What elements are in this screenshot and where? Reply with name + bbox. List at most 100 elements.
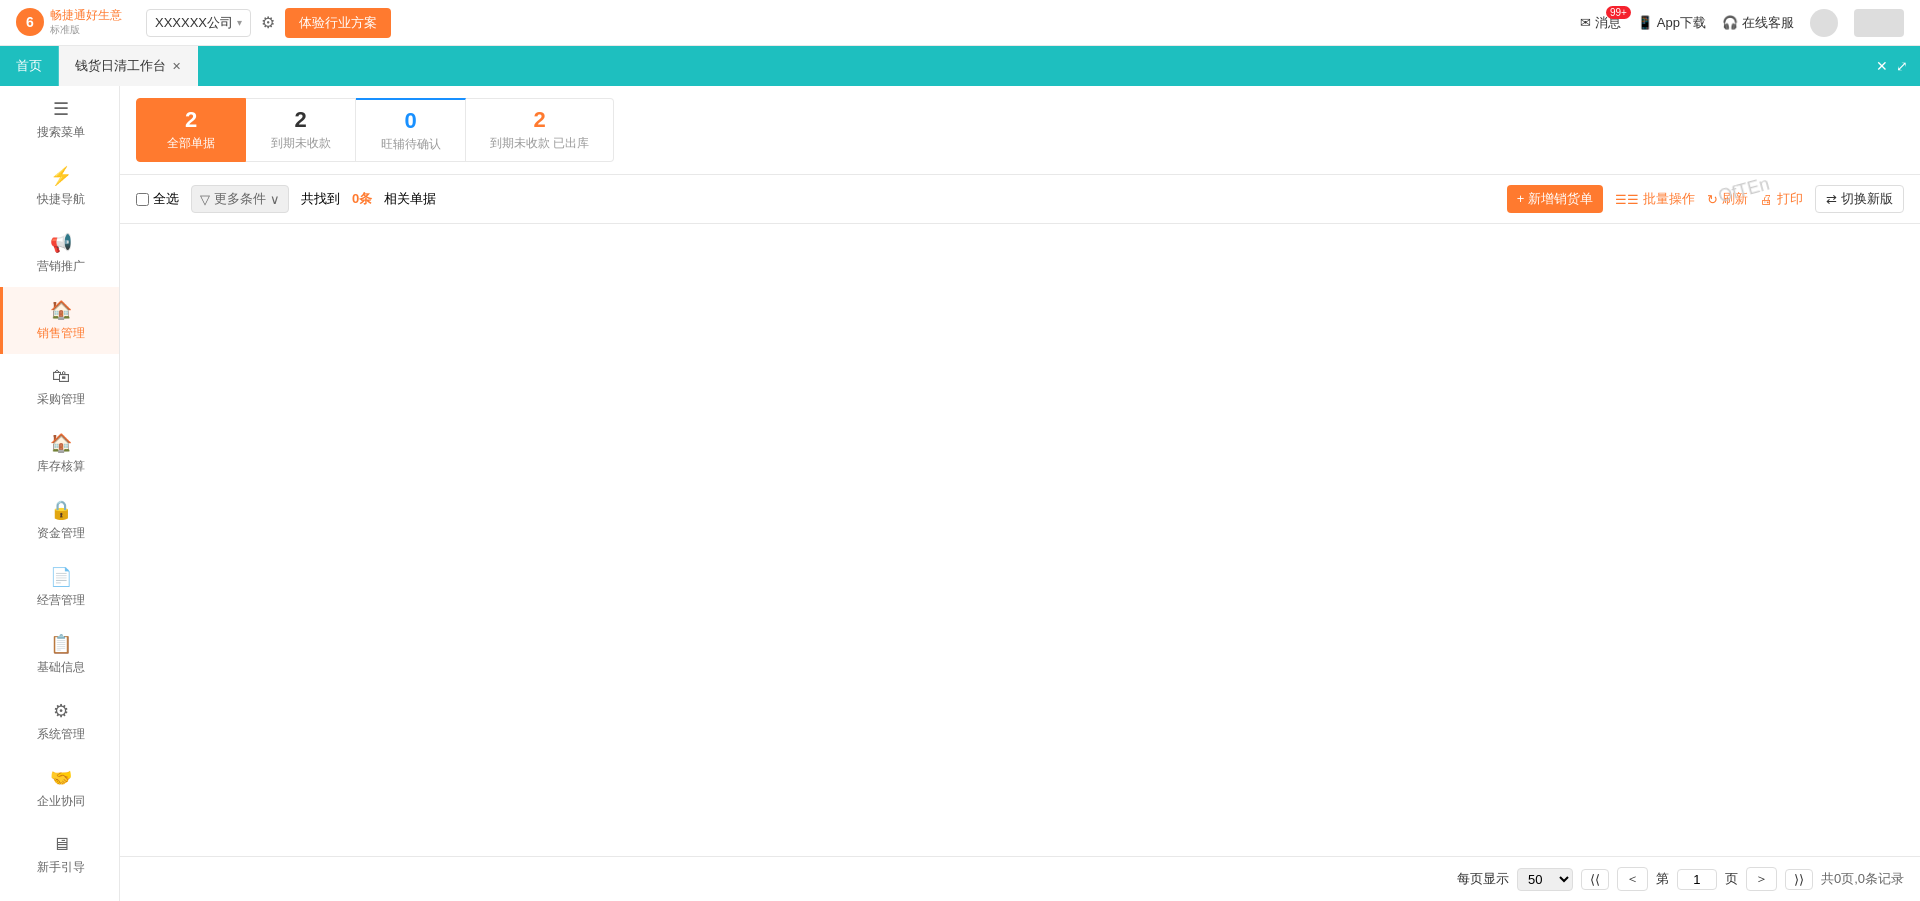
filter-button[interactable]: ▽ 更多条件 ∨ <box>191 185 289 213</box>
top-bar-right: ✉ 消息 99+ 📱 App下载 🎧 在线客服 <box>1580 9 1904 37</box>
company-name: XXXXXX公司 <box>155 14 233 32</box>
sidebar-item-partner[interactable]: 🤝 企业协同 <box>0 755 119 822</box>
print-button[interactable]: 🖨 打印 <box>1760 190 1803 208</box>
logo-area: 6 畅捷通好生意 标准版 <box>16 8 136 36</box>
sidebar-item-shortcut[interactable]: ⚡ 快捷导航 <box>0 153 119 220</box>
page-suffix: 页 <box>1725 870 1738 888</box>
stat-pending-label: 旺辅待确认 <box>381 136 441 153</box>
sidebar-item-operations[interactable]: 📄 经营管理 <box>0 554 119 621</box>
app-icon: 📱 <box>1637 15 1653 30</box>
sidebar-item-finance[interactable]: 🔒 资金管理 <box>0 487 119 554</box>
search-icon: ☰ <box>53 98 69 120</box>
system-icon: ⚙ <box>53 700 69 722</box>
toolbar-right: + 新增销货单 ☰☰ 批量操作 ↻ 刷新 🖨 打印 ⇄ 切换新版 <box>1507 185 1904 213</box>
company-selector[interactable]: XXXXXX公司 ▾ <box>146 9 251 37</box>
stat-tab-all[interactable]: 2 全部单据 <box>136 98 246 162</box>
guide-icon: 🖥 <box>52 834 70 855</box>
found-count: 0条 <box>352 190 372 208</box>
stat-overdue-label: 到期未收款 <box>271 135 331 152</box>
tab-close-btn[interactable]: ✕ <box>1876 58 1888 74</box>
select-all-label: 全选 <box>153 190 179 208</box>
found-text: 共找到 <box>301 190 340 208</box>
sidebar-item-base[interactable]: 📋 基础信息 <box>0 621 119 688</box>
sidebar-item-purchase[interactable]: 🛍 采购管理 <box>0 354 119 420</box>
headset-icon: 🎧 <box>1722 15 1738 30</box>
chevron-down-icon: ▾ <box>237 17 242 28</box>
stat-all-number: 2 <box>185 107 197 133</box>
batch-operation-btn[interactable]: ☰☰ 批量操作 <box>1615 190 1695 208</box>
sidebar-item-sales[interactable]: 🏠 销售管理 <box>0 287 119 354</box>
logo-icon: 6 <box>16 8 44 36</box>
tab-close-icon[interactable]: ✕ <box>172 60 181 73</box>
batch-icon: ☰☰ <box>1615 192 1639 207</box>
messages-badge: 99+ <box>1606 6 1631 19</box>
top-bar: 6 畅捷通好生意 标准版 XXXXXX公司 ▾ ⚙ 体验行业方案 ✉ 消息 99… <box>0 0 1920 46</box>
page-total: 共0页,0条记录 <box>1821 870 1904 888</box>
first-page-button[interactable]: ⟨⟨ <box>1581 869 1609 890</box>
table-area <box>120 224 1920 856</box>
stat-tab-overdue[interactable]: 2 到期未收款 <box>246 98 356 162</box>
per-page-select[interactable]: 50 100 <box>1517 868 1573 891</box>
content-area: 2 全部单据 2 到期未收款 0 旺辅待确认 2 到期未收款 已出库 全选 <box>120 86 1920 901</box>
tab-navigation: 首页 钱货日清工作台 ✕ ✕ ⤢ <box>0 46 1920 86</box>
stat-tab-pending[interactable]: 0 旺辅待确认 <box>356 98 466 162</box>
refresh-icon: ↻ <box>1707 192 1718 207</box>
trial-button[interactable]: 体验行业方案 <box>285 8 391 38</box>
page-number-input[interactable] <box>1677 869 1717 890</box>
select-all-checkbox[interactable]: 全选 <box>136 190 179 208</box>
switch-version-button[interactable]: ⇄ 切换新版 <box>1815 185 1904 213</box>
sidebar-item-inventory[interactable]: 🏠 库存核算 <box>0 420 119 487</box>
pagination: 每页显示 50 100 ⟨⟨ ＜ 第 页 ＞ ⟩⟩ 共0页,0条记录 <box>120 856 1920 901</box>
sidebar-item-system[interactable]: ⚙ 系统管理 <box>0 688 119 755</box>
partner-icon: 🤝 <box>50 767 72 789</box>
tab-expand-btn[interactable]: ⤢ <box>1896 58 1908 74</box>
sidebar: ☰ 搜索菜单 ⚡ 快捷导航 📢 营销推广 🏠 销售管理 🛍 采购管理 🏠 库存核… <box>0 86 120 901</box>
inventory-icon: 🏠 <box>50 432 72 454</box>
finance-icon: 🔒 <box>50 499 72 521</box>
operations-icon: 📄 <box>50 566 72 588</box>
per-page-label: 每页显示 <box>1457 870 1509 888</box>
sales-icon: 🏠 <box>50 299 72 321</box>
top-bar-left: 6 畅捷通好生意 标准版 XXXXXX公司 ▾ ⚙ 体验行业方案 <box>16 8 391 38</box>
base-icon: 📋 <box>50 633 72 655</box>
stat-pending-number: 0 <box>404 108 416 134</box>
sidebar-item-marketing[interactable]: 📢 营销推广 <box>0 220 119 287</box>
settings-icon[interactable]: ⚙ <box>261 13 275 32</box>
stat-shipped-label: 到期未收款 已出库 <box>490 135 589 152</box>
avatar[interactable] <box>1810 9 1838 37</box>
user-name-area[interactable] <box>1854 9 1904 37</box>
prev-page-button[interactable]: ＜ <box>1617 867 1648 891</box>
sidebar-item-guide[interactable]: 🖥 新手引导 <box>0 822 119 888</box>
last-page-button[interactable]: ⟩⟩ <box>1785 869 1813 890</box>
stats-tabs: 2 全部单据 2 到期未收款 0 旺辅待确认 2 到期未收款 已出库 <box>120 86 1920 175</box>
related-text: 相关单据 <box>384 190 436 208</box>
sidebar-item-apps[interactable]: 🛒 应用中心 <box>0 888 119 901</box>
stat-shipped-number: 2 <box>534 107 546 133</box>
shortcut-icon: ⚡ <box>50 165 72 187</box>
tab-home[interactable]: 首页 <box>0 46 59 86</box>
add-sale-order-button[interactable]: + 新增销货单 <box>1507 185 1603 213</box>
marketing-icon: 📢 <box>50 232 72 254</box>
online-service-nav[interactable]: 🎧 在线客服 <box>1722 14 1794 32</box>
select-all-input[interactable] <box>136 193 149 206</box>
tab-controls: ✕ ⤢ <box>1864 58 1920 74</box>
stat-overdue-number: 2 <box>294 107 306 133</box>
refresh-button[interactable]: ↻ 刷新 <box>1707 190 1748 208</box>
stat-all-label: 全部单据 <box>167 135 215 152</box>
messages-nav[interactable]: ✉ 消息 99+ <box>1580 14 1621 32</box>
toolbar: 全选 ▽ 更多条件 ∨ 共找到 0条 相关单据 + 新增销货单 ☰☰ 批量操作 … <box>120 175 1920 224</box>
switch-icon: ⇄ <box>1826 192 1837 207</box>
sidebar-item-search[interactable]: ☰ 搜索菜单 <box>0 86 119 153</box>
app-download-nav[interactable]: 📱 App下载 <box>1637 14 1706 32</box>
tab-workbench[interactable]: 钱货日清工作台 ✕ <box>59 46 198 86</box>
filter-icon: ▽ <box>200 192 210 207</box>
message-icon: ✉ <box>1580 15 1591 30</box>
next-page-button[interactable]: ＞ <box>1746 867 1777 891</box>
print-icon: 🖨 <box>1760 192 1773 207</box>
main-layout: ☰ 搜索菜单 ⚡ 快捷导航 📢 营销推广 🏠 销售管理 🛍 采购管理 🏠 库存核… <box>0 86 1920 901</box>
page-label: 第 <box>1656 870 1669 888</box>
stat-tab-shipped[interactable]: 2 到期未收款 已出库 <box>466 98 614 162</box>
logo-text: 畅捷通好生意 <box>50 8 122 22</box>
logo-sub: 标准版 <box>50 23 122 37</box>
purchase-icon: 🛍 <box>52 366 70 387</box>
